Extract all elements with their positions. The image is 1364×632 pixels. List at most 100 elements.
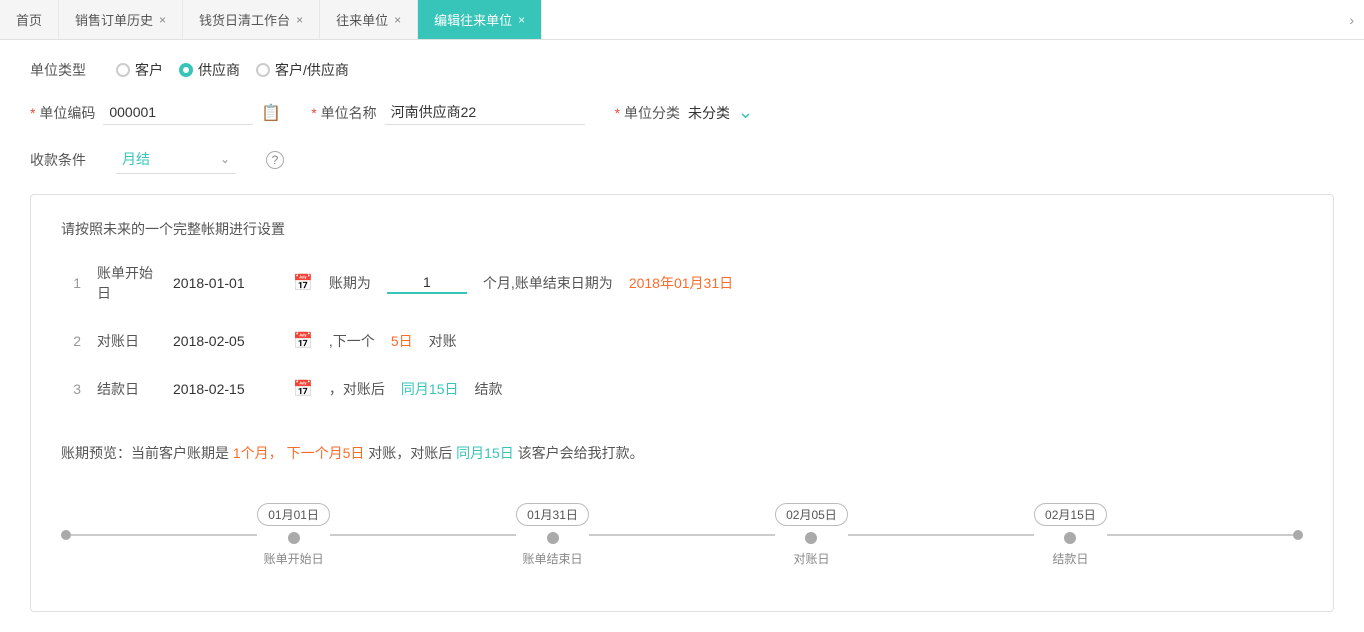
tab-home[interactable]: 首页 xyxy=(0,0,59,39)
timeline-label-4: 结款日 xyxy=(1052,550,1088,567)
timeline-node-2: 01月31日 账单结束日 xyxy=(516,503,589,567)
preview-suffix: 该客户会给我打款。 xyxy=(518,445,644,461)
timeline-label-1: 账单开始日 xyxy=(264,550,324,567)
step-desc-2-highlight: 5日 xyxy=(391,331,413,351)
payment-terms-row: 收款条件 月结 ⌄ ? xyxy=(30,145,1334,174)
step-date-3: 2018-02-15 xyxy=(173,381,273,397)
unit-info-row: 单位编码 📋 单位名称 单位分类 未分类 ⌄ xyxy=(30,100,1334,125)
close-tab-edit-partner[interactable]: × xyxy=(518,13,525,27)
step-date-1: 2018-01-01 xyxy=(173,275,273,291)
help-icon[interactable]: ? xyxy=(266,151,284,169)
timeline-segment-4 xyxy=(848,534,1034,536)
step-num-3: 3 xyxy=(61,381,81,397)
timeline-badge-3: 02月05日 xyxy=(775,503,848,526)
timeline-dot-4 xyxy=(1064,532,1076,544)
step-date-2: 2018-02-05 xyxy=(173,333,273,349)
copy-icon[interactable]: 📋 xyxy=(261,103,281,123)
radio-both[interactable]: 客户/供应商 xyxy=(256,60,349,80)
classify-text: 未分类 xyxy=(688,103,730,123)
page-content: 单位类型 客户 供应商 客户/供应商 单位编码 📋 单位名称 xyxy=(0,40,1364,632)
unit-type-label: 单位类型 xyxy=(30,60,86,80)
payment-terms-value: 月结 xyxy=(122,149,214,169)
settings-panel: 请按照未来的一个完整帐期进行设置 1 账单开始日 2018-01-01 📅 账期… xyxy=(30,194,1334,612)
step-row-3: 3 结款日 2018-02-15 📅 ，对账后 同月15日 结款 xyxy=(61,379,1303,399)
step-row-2: 2 对账日 2018-02-05 📅 ,下一个 5日 对账 xyxy=(61,331,1303,351)
step-desc-2-suffix: 对账 xyxy=(429,331,457,351)
dropdown-chevron-icon: ⌄ xyxy=(220,152,230,166)
timeline-dot-2 xyxy=(547,532,559,544)
panel-title: 请按照未来的一个完整帐期进行设置 xyxy=(61,219,1303,239)
unit-code-input[interactable] xyxy=(103,100,253,125)
timeline-segment-2 xyxy=(330,534,516,536)
radio-supplier[interactable]: 供应商 xyxy=(179,60,240,80)
radio-customer[interactable]: 客户 xyxy=(116,60,163,80)
preview-part3: 同月15日 xyxy=(456,445,514,461)
tab-cash-ledger[interactable]: 钱货日清工作台 × xyxy=(183,0,320,39)
tab-arrow[interactable]: › xyxy=(1339,0,1364,39)
radio-label-supplier: 供应商 xyxy=(198,60,240,80)
step-label-3: 结款日 xyxy=(97,379,157,399)
unit-type-radio-group: 客户 供应商 客户/供应商 xyxy=(116,60,349,80)
unit-type-row: 单位类型 客户 供应商 客户/供应商 xyxy=(30,60,1334,80)
timeline-badge-1: 01月01日 xyxy=(257,503,330,526)
timeline-dot-3 xyxy=(805,532,817,544)
timeline-badge-4: 02月15日 xyxy=(1034,503,1107,526)
step-label-1: 账单开始日 xyxy=(97,263,157,303)
calendar-icon-1[interactable]: 📅 xyxy=(293,273,313,293)
preview-part2: 下一个月5日 xyxy=(287,445,365,461)
step-period-label: 账期为 xyxy=(329,273,371,293)
timeline-label-3: 对账日 xyxy=(793,550,829,567)
close-tab-sales[interactable]: × xyxy=(159,13,166,27)
timeline-segment-3 xyxy=(589,534,775,536)
timeline: 01月01日 账单开始日 01月31日 账单结束日 02月05日 对账日 xyxy=(61,493,1303,587)
close-tab-partner[interactable]: × xyxy=(394,13,401,27)
timeline-badge-2: 01月31日 xyxy=(516,503,589,526)
timeline-label-2: 账单结束日 xyxy=(523,550,583,567)
unit-classify-group: 单位分类 未分类 ⌄ xyxy=(615,102,753,123)
timeline-segment-1 xyxy=(71,534,257,536)
unit-classify-dropdown[interactable]: 未分类 ⌄ xyxy=(688,102,753,123)
step-row-1: 1 账单开始日 2018-01-01 📅 账期为 个月,账单结束日期为 2018… xyxy=(61,263,1303,303)
preview-part1: 1个月， xyxy=(233,445,283,461)
step-desc-3-highlight: 同月15日 xyxy=(401,379,459,399)
step-desc-2-prefix: ,下一个 xyxy=(329,331,375,351)
period-end-date: 2018年01月31日 xyxy=(629,273,733,293)
timeline-node-1: 01月01日 账单开始日 xyxy=(257,503,330,567)
radio-circle-customer xyxy=(116,63,130,77)
unit-code-group: 单位编码 📋 xyxy=(30,100,281,125)
period-input[interactable] xyxy=(387,272,467,294)
tabs-bar: 首页 销售订单历史 × 钱货日清工作台 × 往来单位 × 编辑往来单位 × › xyxy=(0,0,1364,40)
preview-middle: 对账，对账后 xyxy=(368,445,452,461)
payment-terms-dropdown[interactable]: 月结 ⌄ xyxy=(116,145,236,174)
classify-arrow-icon: ⌄ xyxy=(738,102,753,123)
step-num-2: 2 xyxy=(61,333,81,349)
preview-text: 账期预览：当前客户账期是 1个月， 下一个月5日 对账，对账后 同月15日 该客… xyxy=(61,427,1303,463)
tab-edit-partner[interactable]: 编辑往来单位 × xyxy=(418,0,542,39)
tab-sales-order-history[interactable]: 销售订单历史 × xyxy=(59,0,183,39)
timeline-node-4: 02月15日 结款日 xyxy=(1034,503,1107,567)
step-label-2: 对账日 xyxy=(97,331,157,351)
unit-classify-label: 单位分类 xyxy=(615,103,680,123)
payment-terms-label: 收款条件 xyxy=(30,150,86,170)
preview-prefix: 账期预览：当前客户账期是 xyxy=(61,445,229,461)
radio-circle-both xyxy=(256,63,270,77)
radio-label-customer: 客户 xyxy=(135,60,163,80)
unit-name-input[interactable] xyxy=(385,100,585,125)
timeline-node-3: 02月05日 对账日 xyxy=(775,503,848,567)
step-num-1: 1 xyxy=(61,275,81,291)
calendar-icon-3[interactable]: 📅 xyxy=(293,379,313,399)
timeline-start-dot xyxy=(61,530,71,540)
close-tab-cash[interactable]: × xyxy=(296,13,303,27)
timeline-segment-5 xyxy=(1107,534,1293,536)
unit-code-label: 单位编码 xyxy=(30,103,95,123)
calendar-icon-2[interactable]: 📅 xyxy=(293,331,313,351)
timeline-dot-1 xyxy=(288,532,300,544)
step-desc-3-prefix: ，对账后 xyxy=(329,379,385,399)
step-period-unit: 个月,账单结束日期为 xyxy=(483,273,613,293)
unit-name-label: 单位名称 xyxy=(311,103,376,123)
radio-label-both: 客户/供应商 xyxy=(275,60,349,80)
tab-partner-unit[interactable]: 往来单位 × xyxy=(320,0,418,39)
radio-circle-supplier xyxy=(179,63,193,77)
timeline-end-dot xyxy=(1293,530,1303,540)
step-desc-3-suffix: 结款 xyxy=(475,379,503,399)
